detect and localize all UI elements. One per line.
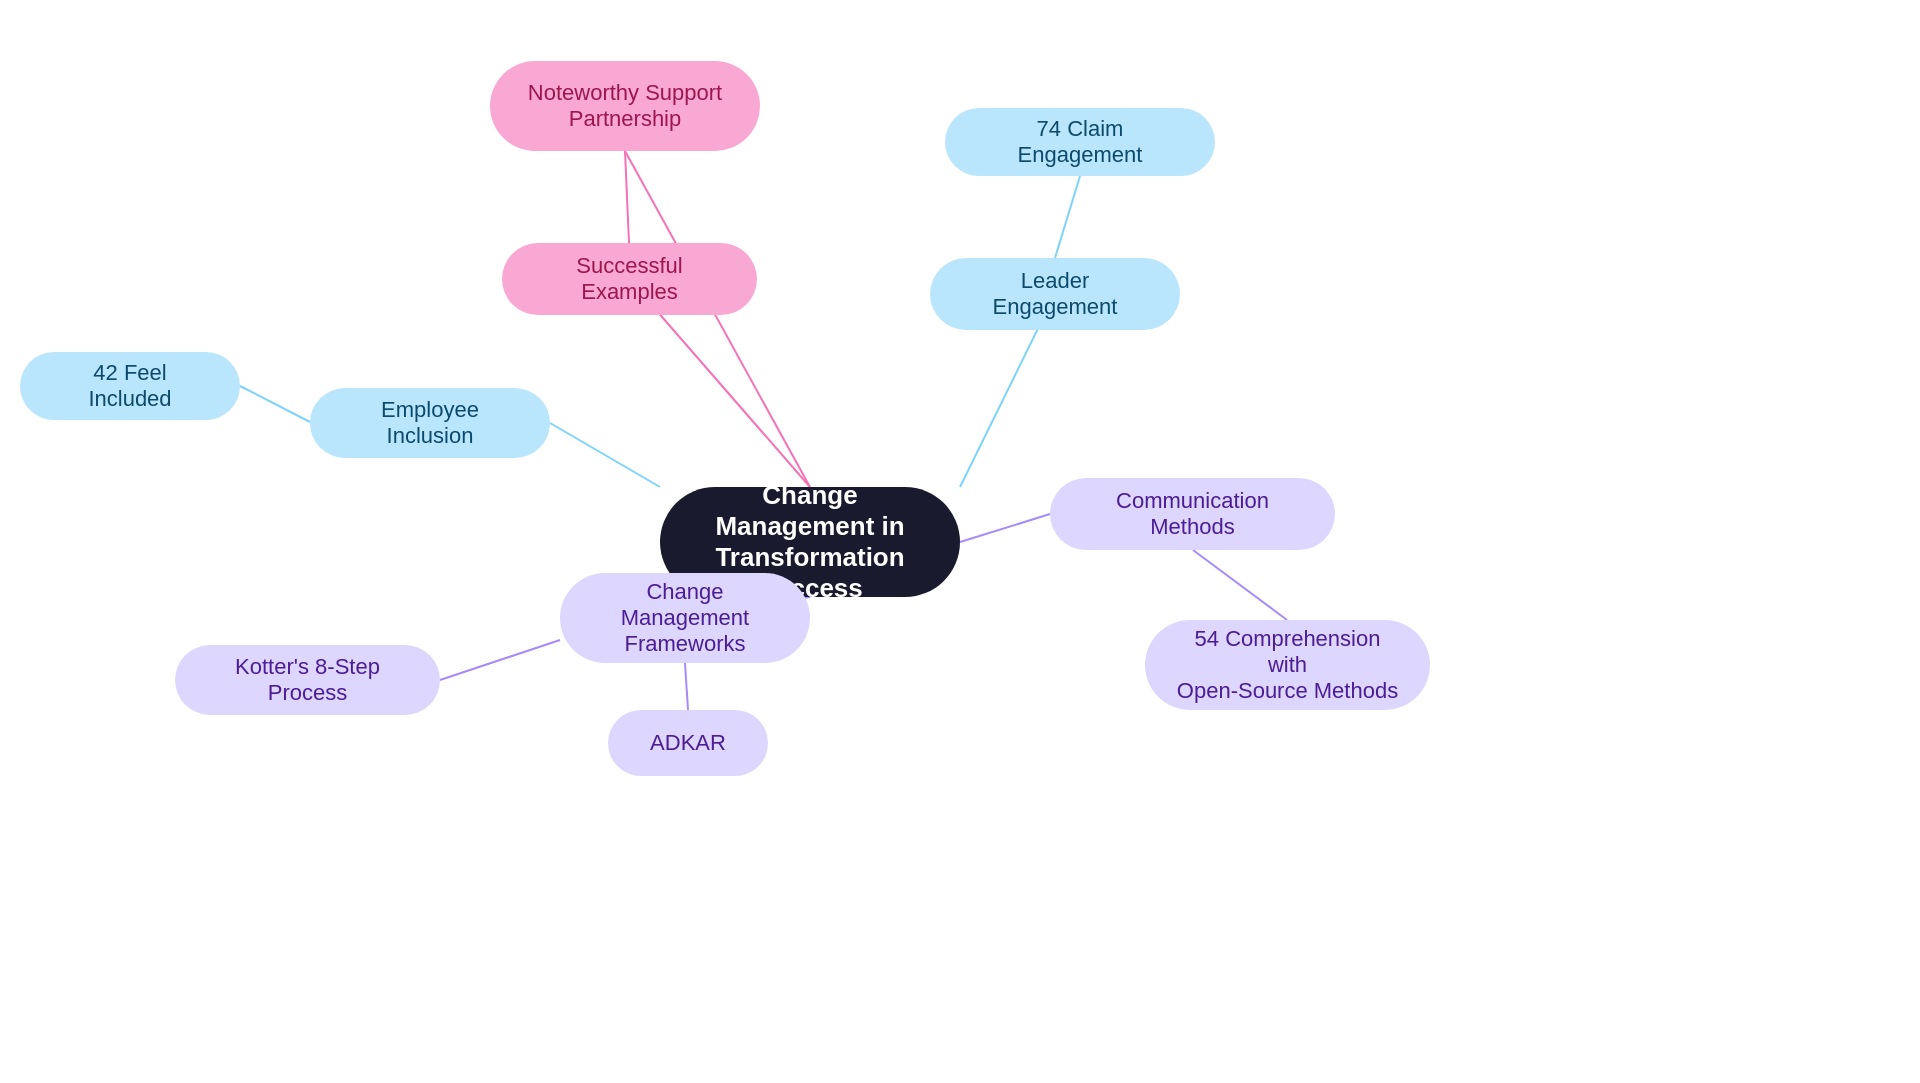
svg-line-4 [240, 386, 310, 422]
svg-line-11 [685, 663, 688, 710]
change-mgmt-frameworks-label: Change Management Frameworks [590, 579, 780, 657]
change-mgmt-frameworks-node[interactable]: Change Management Frameworks [560, 573, 810, 663]
communication-methods-label: Communication Methods [1080, 488, 1305, 540]
claim-engagement-label: 74 Claim Engagement [975, 116, 1185, 168]
feel-included-node[interactable]: 42 Feel Included [20, 352, 240, 420]
svg-line-2 [625, 151, 629, 243]
svg-line-0 [625, 151, 810, 487]
comprehension-node[interactable]: 54 Comprehension with Open-Source Method… [1145, 620, 1430, 710]
successful-examples-node[interactable]: Successful Examples [502, 243, 757, 315]
leader-engagement-label: Leader Engagement [960, 268, 1150, 320]
adkar-label: ADKAR [650, 730, 726, 756]
adkar-node[interactable]: ADKAR [608, 710, 768, 776]
noteworthy-label: Noteworthy Support Partnership [528, 80, 722, 132]
svg-line-7 [960, 514, 1050, 542]
kotters-node[interactable]: Kotter's 8-Step Process [175, 645, 440, 715]
employee-inclusion-label: Employee Inclusion [340, 397, 520, 449]
svg-line-6 [1055, 176, 1080, 258]
svg-line-3 [550, 423, 660, 487]
successful-examples-label: Successful Examples [532, 253, 727, 305]
feel-included-label: 42 Feel Included [50, 360, 210, 412]
leader-engagement-node[interactable]: Leader Engagement [930, 258, 1180, 330]
noteworthy-node[interactable]: Noteworthy Support Partnership [490, 61, 760, 151]
claim-engagement-node[interactable]: 74 Claim Engagement [945, 108, 1215, 176]
comprehension-label: 54 Comprehension with Open-Source Method… [1175, 626, 1400, 704]
kotters-label: Kotter's 8-Step Process [205, 654, 410, 706]
mindmap-canvas: Change Management in Transformation Succ… [0, 0, 1920, 1083]
employee-inclusion-node[interactable]: Employee Inclusion [310, 388, 550, 458]
svg-line-8 [1193, 550, 1287, 620]
svg-line-10 [440, 640, 560, 680]
communication-methods-node[interactable]: Communication Methods [1050, 478, 1335, 550]
